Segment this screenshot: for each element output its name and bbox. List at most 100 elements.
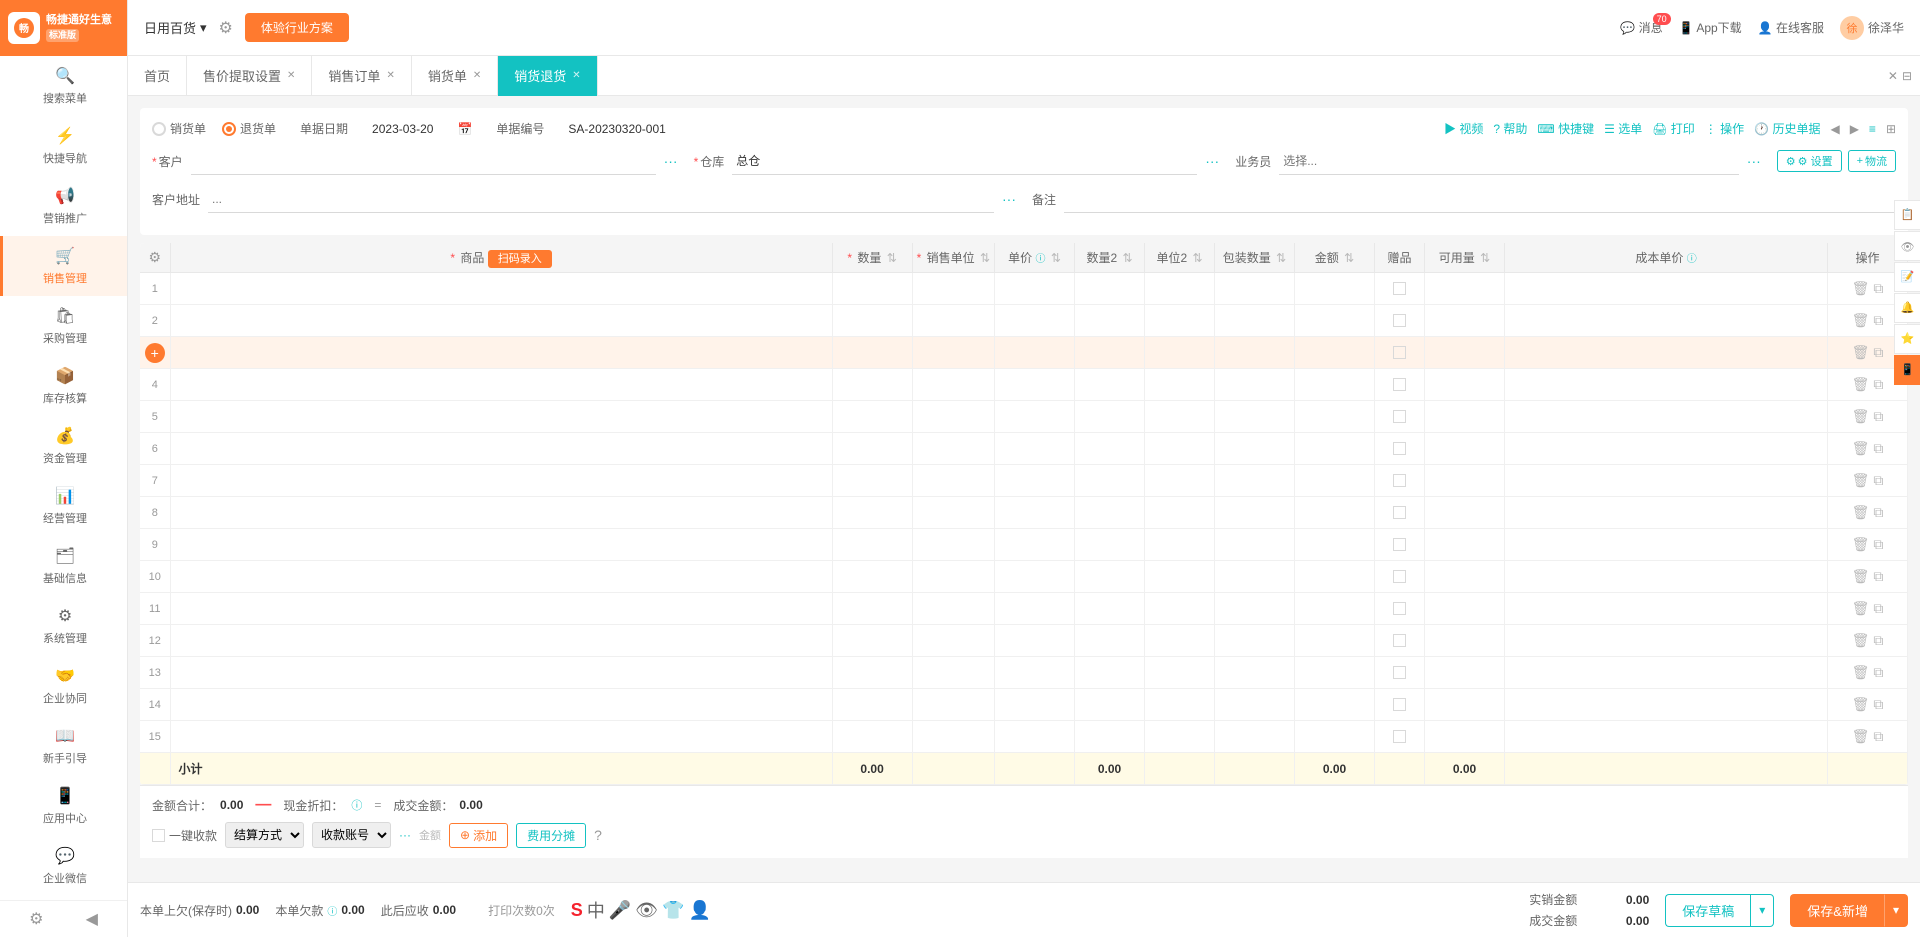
copy-icon[interactable]: ⧉: [1873, 376, 1883, 393]
online-service-btn[interactable]: 👤 在线客服: [1758, 19, 1824, 36]
available-cell[interactable]: [1425, 273, 1505, 305]
copy-icon[interactable]: ⧉: [1873, 440, 1883, 457]
tab-layout-icon[interactable]: ⊟: [1902, 69, 1912, 83]
copy-icon[interactable]: ⧉: [1873, 664, 1883, 681]
qty2-cell[interactable]: [1075, 305, 1145, 337]
sidebar-item-finance[interactable]: 💰 资金管理: [0, 416, 127, 476]
available-cell[interactable]: [1425, 305, 1505, 337]
debt-info-icon[interactable]: ⓘ: [327, 903, 337, 918]
gift-checkbox[interactable]: [1393, 410, 1406, 423]
copy-icon[interactable]: ⧉: [1873, 344, 1883, 361]
print-btn[interactable]: 🖨 打印: [1652, 120, 1695, 137]
scan-input-btn[interactable]: 扫码录入: [488, 250, 552, 268]
customer-dots-btn[interactable]: ···: [664, 153, 678, 169]
delete-icon[interactable]: 🗑: [1852, 440, 1870, 457]
tab-close-icon[interactable]: ✕: [287, 70, 295, 81]
delete-icon[interactable]: 🗑: [1852, 472, 1870, 489]
settings-btn[interactable]: ⚙ ⚙ 设置: [1777, 150, 1842, 172]
sidebar-item-operations[interactable]: 📊 经营管理: [0, 476, 127, 536]
gift-checkbox[interactable]: [1393, 666, 1406, 679]
sidebar-item-wecom[interactable]: 💬 企业微信: [0, 836, 127, 896]
tab-sales-order[interactable]: 销售订单 ✕: [312, 56, 411, 96]
sidebar-item-inventory[interactable]: 📦 库存核算: [0, 356, 127, 416]
tab-close-icon[interactable]: ✕: [473, 70, 481, 81]
tab-close-all-icon[interactable]: ✕: [1888, 69, 1898, 83]
account-select[interactable]: 收款账号: [312, 822, 391, 848]
salesperson-dots-btn[interactable]: ···: [1747, 153, 1761, 169]
sort-icon[interactable]: ⇅: [1344, 251, 1354, 265]
warehouse-input[interactable]: [732, 147, 1197, 175]
sales-unit-cell[interactable]: [912, 337, 994, 369]
radio-sales-bill[interactable]: 销货单: [152, 120, 206, 137]
cash-discount-info-icon[interactable]: ⓘ: [351, 797, 362, 813]
copy-icon[interactable]: ⧉: [1873, 568, 1883, 585]
product-cell[interactable]: [170, 305, 832, 337]
add-row-btn[interactable]: +: [145, 343, 165, 363]
delete-icon[interactable]: 🗑: [1852, 504, 1870, 521]
operate-btn[interactable]: ⋮ 操作: [1705, 120, 1744, 137]
cost-price-cell[interactable]: [1505, 305, 1828, 337]
sort-icon[interactable]: ⇅: [1276, 251, 1286, 265]
save-new-btn[interactable]: 保存&新增: [1790, 894, 1884, 927]
sort-icon[interactable]: ⇅: [980, 251, 990, 265]
taskbar-eye-icon[interactable]: 👁: [635, 900, 658, 921]
sales-unit-cell[interactable]: [912, 273, 994, 305]
tab-price-setting[interactable]: 售价提取设置 ✕: [187, 56, 312, 96]
history-btn[interactable]: 🕐 历史单据: [1754, 120, 1820, 137]
quantity-cell[interactable]: [832, 305, 912, 337]
sidebar-item-quick-nav[interactable]: ⚡ 快捷导航: [0, 116, 127, 176]
sort-icon[interactable]: ⇅: [1480, 251, 1490, 265]
sidebar-collapse-btn[interactable]: ◀: [86, 909, 98, 929]
tab-home[interactable]: 首页: [128, 56, 187, 96]
tab-close-icon[interactable]: ✕: [572, 70, 580, 81]
sidebar-item-marketing[interactable]: 📢 营销推广: [0, 176, 127, 236]
rfb-miniapp[interactable]: 📱: [1894, 355, 1920, 385]
gift-checkbox[interactable]: [1393, 346, 1406, 359]
gift-checkbox[interactable]: [1393, 730, 1406, 743]
delete-icon[interactable]: 🗑: [1852, 664, 1870, 681]
taskbar-mic-icon[interactable]: 🎤: [609, 900, 631, 921]
sort-icon[interactable]: ⇅: [1123, 251, 1133, 265]
gift-cell[interactable]: [1375, 273, 1425, 305]
rfb-notify[interactable]: 🔔: [1894, 293, 1920, 323]
unit-price-cell[interactable]: [995, 305, 1075, 337]
amount-cell[interactable]: [1295, 273, 1375, 305]
expense-info-icon[interactable]: ?: [594, 827, 602, 843]
calendar-icon[interactable]: 📅: [457, 122, 472, 136]
sort-icon[interactable]: ⇅: [887, 251, 897, 265]
radio-return-bill[interactable]: 退货单: [222, 120, 276, 137]
sidebar-item-collab[interactable]: 🤝 企业协同: [0, 656, 127, 716]
gift-checkbox[interactable]: [1393, 538, 1406, 551]
save-draft-btn[interactable]: 保存草稿: [1665, 894, 1750, 927]
topbar-settings-icon[interactable]: ⚙: [219, 18, 233, 38]
rfb-star[interactable]: ⭐: [1894, 324, 1920, 354]
gift-checkbox[interactable]: [1393, 570, 1406, 583]
address-input[interactable]: [208, 185, 994, 213]
sort-icon[interactable]: ⇅: [1193, 251, 1203, 265]
pack-qty-cell[interactable]: [1215, 305, 1295, 337]
nav-prev-icon[interactable]: ◀: [1830, 122, 1839, 136]
quantity-cell[interactable]: [832, 273, 912, 305]
pack-qty-cell[interactable]: [1215, 273, 1295, 305]
qty2-cell[interactable]: [1075, 273, 1145, 305]
gift-checkbox[interactable]: [1393, 474, 1406, 487]
quantity-cell[interactable]: [832, 337, 912, 369]
sidebar-item-purchase[interactable]: 🛍 采购管理: [0, 296, 127, 356]
amount-cell[interactable]: [1295, 337, 1375, 369]
product-cell-input[interactable]: [170, 337, 832, 369]
remark-input[interactable]: [1064, 185, 1896, 213]
unit-price-cell[interactable]: [995, 337, 1075, 369]
gift-checkbox[interactable]: [1393, 314, 1406, 327]
delete-icon[interactable]: 🗑: [1852, 536, 1870, 553]
copy-icon[interactable]: ⧉: [1873, 600, 1883, 617]
sidebar-item-sales[interactable]: 🛒 销售管理: [0, 236, 127, 296]
rfb-view[interactable]: 👁: [1894, 231, 1920, 261]
copy-icon[interactable]: ⧉: [1873, 696, 1883, 713]
copy-icon[interactable]: ⧉: [1873, 536, 1883, 553]
tab-sales-return[interactable]: 销货退货 ✕: [498, 56, 597, 96]
gift-checkbox[interactable]: [1393, 378, 1406, 391]
gift-checkbox[interactable]: [1393, 602, 1406, 615]
unit-price-cell[interactable]: [995, 273, 1075, 305]
copy-icon[interactable]: ⧉: [1873, 728, 1883, 745]
save-draft-chevron-btn[interactable]: ▾: [1750, 894, 1774, 927]
